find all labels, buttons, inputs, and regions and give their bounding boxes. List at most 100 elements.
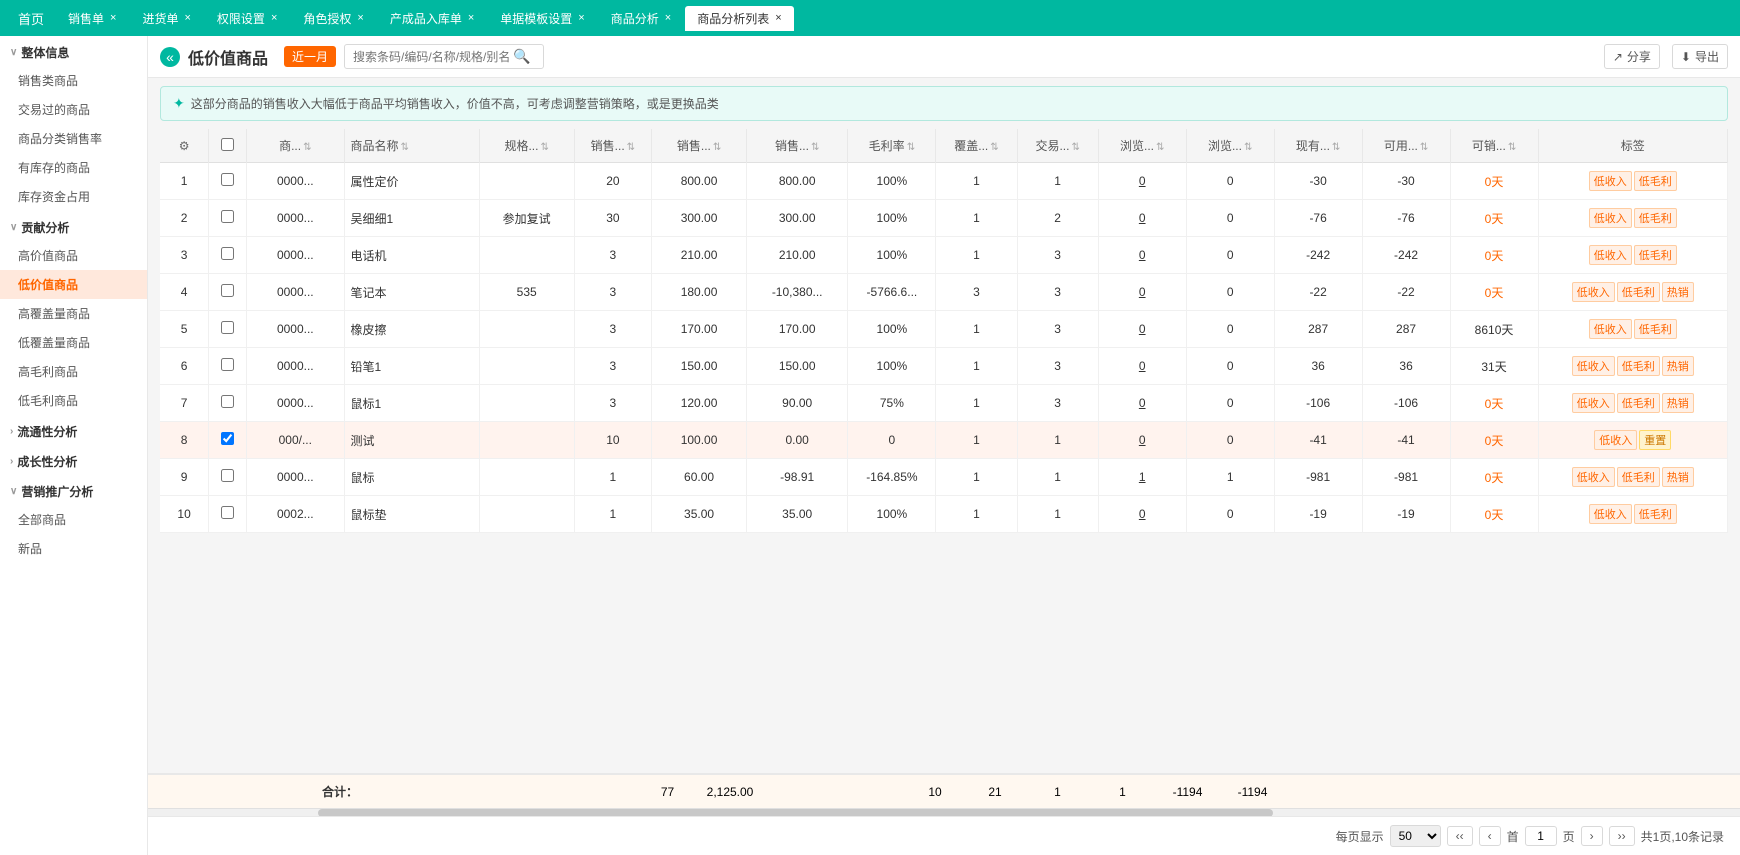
row-checkbox[interactable] — [221, 247, 234, 260]
row-browse1[interactable]: 0 — [1098, 274, 1186, 311]
settings-icon[interactable]: ⚙ — [179, 139, 190, 153]
sidebar-item-high-value[interactable]: 高价值商品 — [0, 241, 147, 270]
export-btn[interactable]: ⬇ 导出 — [1672, 44, 1728, 69]
page-size-label: 每页显示 — [1336, 828, 1384, 845]
nav-item-product-analysis[interactable]: 商品分析× — [599, 6, 683, 31]
select-all-checkbox[interactable] — [221, 138, 234, 151]
sidebar-item-traded-products[interactable]: 交易过的商品 — [0, 95, 147, 124]
sidebar-item-stock-products[interactable]: 有库存的商品 — [0, 153, 147, 182]
sidebar-section-growth[interactable]: › 成长性分析 — [0, 445, 147, 475]
row-checkbox-cell[interactable] — [209, 163, 247, 200]
row-checkbox-cell[interactable] — [209, 385, 247, 422]
sidebar-section-contribution[interactable]: ∨ 贡献分析 — [0, 211, 147, 241]
tag-badge: 低收入 — [1572, 356, 1615, 376]
sidebar-section-marketing[interactable]: ∨ 营销推广分析 — [0, 475, 147, 505]
browse1-link[interactable]: 0 — [1139, 211, 1146, 225]
row-checkbox-cell[interactable] — [209, 348, 247, 385]
browse1-link[interactable]: 0 — [1139, 322, 1146, 336]
row-cover: 1 — [936, 163, 1017, 200]
nav-item-template[interactable]: 单据模板设置× — [488, 6, 596, 31]
share-btn[interactable]: ↗ 分享 — [1604, 44, 1660, 69]
nav-item-permissions[interactable]: 权限设置× — [205, 6, 289, 31]
row-checkbox-cell[interactable] — [209, 459, 247, 496]
row-sellable: 0天 — [1450, 422, 1538, 459]
row-browse1[interactable]: 1 — [1098, 459, 1186, 496]
row-browse1[interactable]: 0 — [1098, 385, 1186, 422]
tag-badge: 热销 — [1662, 282, 1694, 302]
row-checkbox[interactable] — [221, 469, 234, 482]
next-page-btn[interactable]: › — [1581, 826, 1603, 846]
last-page-btn[interactable]: ›› — [1609, 826, 1635, 846]
row-sale-price: 170.00 — [652, 311, 747, 348]
row-name: 测试 — [344, 422, 479, 459]
sidebar-item-category-rate[interactable]: 商品分类销售率 — [0, 124, 147, 153]
nav-home[interactable]: 首页 — [8, 5, 54, 32]
sidebar-item-capital[interactable]: 库存资金占用 — [0, 182, 147, 211]
search-icon[interactable]: 🔍 — [513, 48, 530, 65]
row-checkbox[interactable] — [221, 432, 234, 445]
sidebar-section-flow[interactable]: › 流通性分析 — [0, 415, 147, 445]
browse1-link[interactable]: 0 — [1139, 174, 1146, 188]
browse1-link[interactable]: 1 — [1139, 470, 1146, 484]
row-checkbox[interactable] — [221, 210, 234, 223]
row-checkbox-cell[interactable] — [209, 311, 247, 348]
nav-item-sales[interactable]: 销售单× — [56, 6, 128, 31]
row-browse1[interactable]: 0 — [1098, 163, 1186, 200]
row-sellable: 8610天 — [1450, 311, 1538, 348]
row-browse1[interactable]: 0 — [1098, 311, 1186, 348]
row-sale-price: 100.00 — [652, 422, 747, 459]
first-page-btn[interactable]: ‹‹ — [1447, 826, 1473, 846]
page-size-select[interactable]: 50 100 200 — [1390, 825, 1441, 847]
row-margin: 75% — [848, 385, 936, 422]
row-checkbox[interactable] — [221, 173, 234, 186]
sidebar-item-high-coverage[interactable]: 高覆盖量商品 — [0, 299, 147, 328]
sidebar-item-high-margin[interactable]: 高毛利商品 — [0, 357, 147, 386]
sidebar-item-low-coverage[interactable]: 低覆盖量商品 — [0, 328, 147, 357]
row-checkbox[interactable] — [221, 506, 234, 519]
nav-item-roles[interactable]: 角色授权× — [291, 6, 375, 31]
row-checkbox[interactable] — [221, 395, 234, 408]
row-checkbox-cell[interactable] — [209, 237, 247, 274]
row-sale-amount: -98.91 — [746, 459, 847, 496]
row-checkbox-cell[interactable] — [209, 200, 247, 237]
search-input[interactable] — [353, 50, 513, 64]
period-btn[interactable]: 近一月 — [284, 46, 336, 67]
row-sellable: 0天 — [1450, 459, 1538, 496]
row-sale-price: 180.00 — [652, 274, 747, 311]
row-browse1[interactable]: 0 — [1098, 237, 1186, 274]
row-browse1[interactable]: 0 — [1098, 200, 1186, 237]
row-spec — [479, 422, 574, 459]
prev-page-btn[interactable]: ‹ — [1479, 826, 1501, 846]
row-browse1[interactable]: 0 — [1098, 422, 1186, 459]
sidebar-item-sales-products[interactable]: 销售类商品 — [0, 66, 147, 95]
page-input[interactable] — [1525, 826, 1557, 846]
row-checkbox[interactable] — [221, 284, 234, 297]
browse1-link[interactable]: 0 — [1139, 285, 1146, 299]
sidebar-item-low-margin[interactable]: 低毛利商品 — [0, 386, 147, 415]
row-sale-qty: 3 — [574, 237, 652, 274]
sidebar-section-overall[interactable]: ∨ 整体信息 — [0, 36, 147, 66]
browse1-link[interactable]: 0 — [1139, 359, 1146, 373]
row-code: 0002... — [247, 496, 344, 533]
row-browse1[interactable]: 0 — [1098, 496, 1186, 533]
row-checkbox[interactable] — [221, 358, 234, 371]
browse1-link[interactable]: 0 — [1139, 396, 1146, 410]
nav-item-product-analysis-list[interactable]: 商品分析列表× — [685, 6, 793, 31]
row-checkbox-cell[interactable] — [209, 422, 247, 459]
nav-item-purchase[interactable]: 进货单× — [130, 6, 202, 31]
row-checkbox-cell[interactable] — [209, 274, 247, 311]
row-avail: -30 — [1362, 163, 1450, 200]
table-container[interactable]: ⚙ 商...⇅ 商品名称⇅ 规格...⇅ 销售...⇅ 销售...⇅ 销售...… — [160, 129, 1728, 773]
browse1-link[interactable]: 0 — [1139, 433, 1146, 447]
row-checkbox-cell[interactable] — [209, 496, 247, 533]
sidebar-item-low-value[interactable]: 低价值商品 — [0, 270, 147, 299]
browse1-link[interactable]: 0 — [1139, 507, 1146, 521]
summary-browse2: 1 — [1090, 785, 1155, 799]
browse1-link[interactable]: 0 — [1139, 248, 1146, 262]
sidebar-item-all-products[interactable]: 全部商品 — [0, 505, 147, 534]
row-browse1[interactable]: 0 — [1098, 348, 1186, 385]
sidebar-item-new-products[interactable]: 新品 — [0, 534, 147, 563]
row-checkbox[interactable] — [221, 321, 234, 334]
nav-item-inbound[interactable]: 产成品入库单× — [378, 6, 486, 31]
sidebar-collapse-btn[interactable]: « — [160, 47, 180, 67]
